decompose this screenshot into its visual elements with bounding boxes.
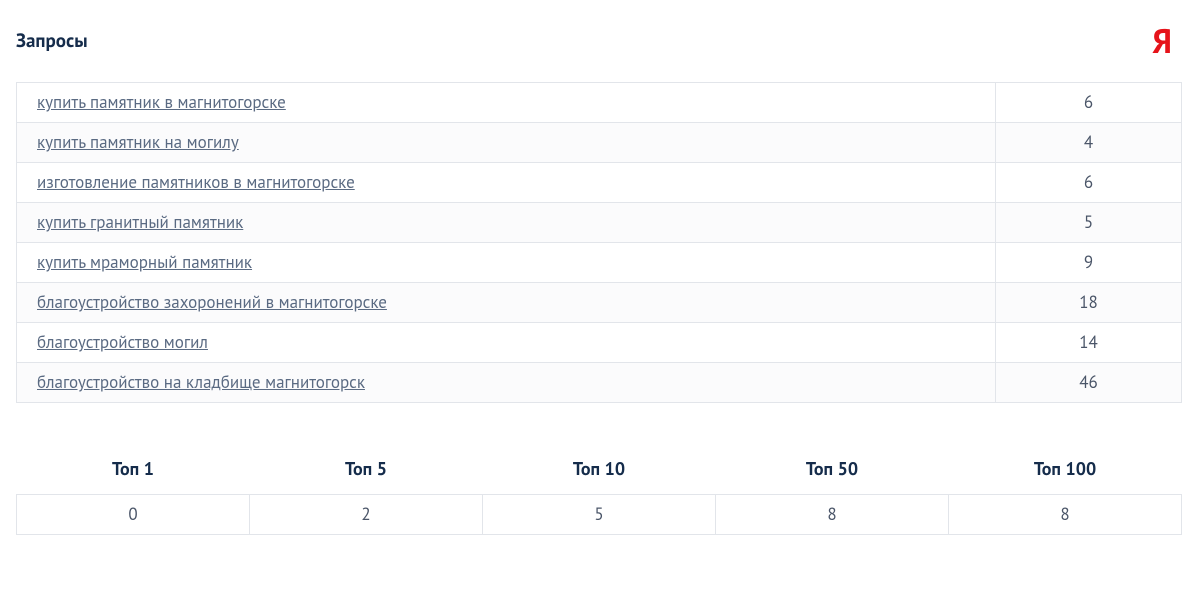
query-value: 9 [996,243,1182,283]
query-link[interactable]: купить мраморный памятник [37,251,252,273]
table-row: купить памятник на могилу 4 [17,123,1182,163]
query-link[interactable]: купить памятник на могилу [37,131,239,153]
tops-value: 8 [716,495,949,535]
query-link[interactable]: купить памятник в магнитогорске [37,91,286,113]
tops-value: 2 [250,495,483,535]
tops-value: 5 [483,495,716,535]
header: Запросы Я [16,24,1182,58]
query-link[interactable]: благоустройство на кладбище магнитогорск [37,371,365,393]
tops-value: 8 [949,495,1182,535]
table-row: благоустройство могил 14 [17,323,1182,363]
tops-header: Топ 50 [716,447,949,495]
query-value: 6 [996,83,1182,123]
table-row: купить памятник в магнитогорске 6 [17,83,1182,123]
table-row: изготовление памятников в магнитогорске … [17,163,1182,203]
tops-header: Топ 5 [250,447,483,495]
query-value: 14 [996,323,1182,363]
queries-table: купить памятник в магнитогорске 6 купить… [16,82,1182,403]
tops-table: Топ 1 Топ 5 Топ 10 Топ 50 Топ 100 0 2 5 … [16,447,1182,535]
query-value: 5 [996,203,1182,243]
page-title: Запросы [16,29,88,53]
table-row: 0 2 5 8 8 [17,495,1182,535]
query-link[interactable]: купить гранитный памятник [37,211,243,233]
table-row: благоустройство захоронений в магнитогор… [17,283,1182,323]
query-value: 4 [996,123,1182,163]
query-link[interactable]: изготовление памятников в магнитогорске [37,171,355,193]
tops-header: Топ 100 [949,447,1182,495]
yandex-logo-icon: Я [1152,24,1182,58]
query-value: 46 [996,363,1182,403]
tops-value: 0 [17,495,250,535]
query-link[interactable]: благоустройство могил [37,331,208,353]
tops-header: Топ 1 [17,447,250,495]
table-row: купить гранитный памятник 5 [17,203,1182,243]
query-link[interactable]: благоустройство захоронений в магнитогор… [37,291,387,313]
table-row: благоустройство на кладбище магнитогорск… [17,363,1182,403]
table-row: купить мраморный памятник 9 [17,243,1182,283]
tops-header: Топ 10 [483,447,716,495]
query-value: 18 [996,283,1182,323]
query-value: 6 [996,163,1182,203]
